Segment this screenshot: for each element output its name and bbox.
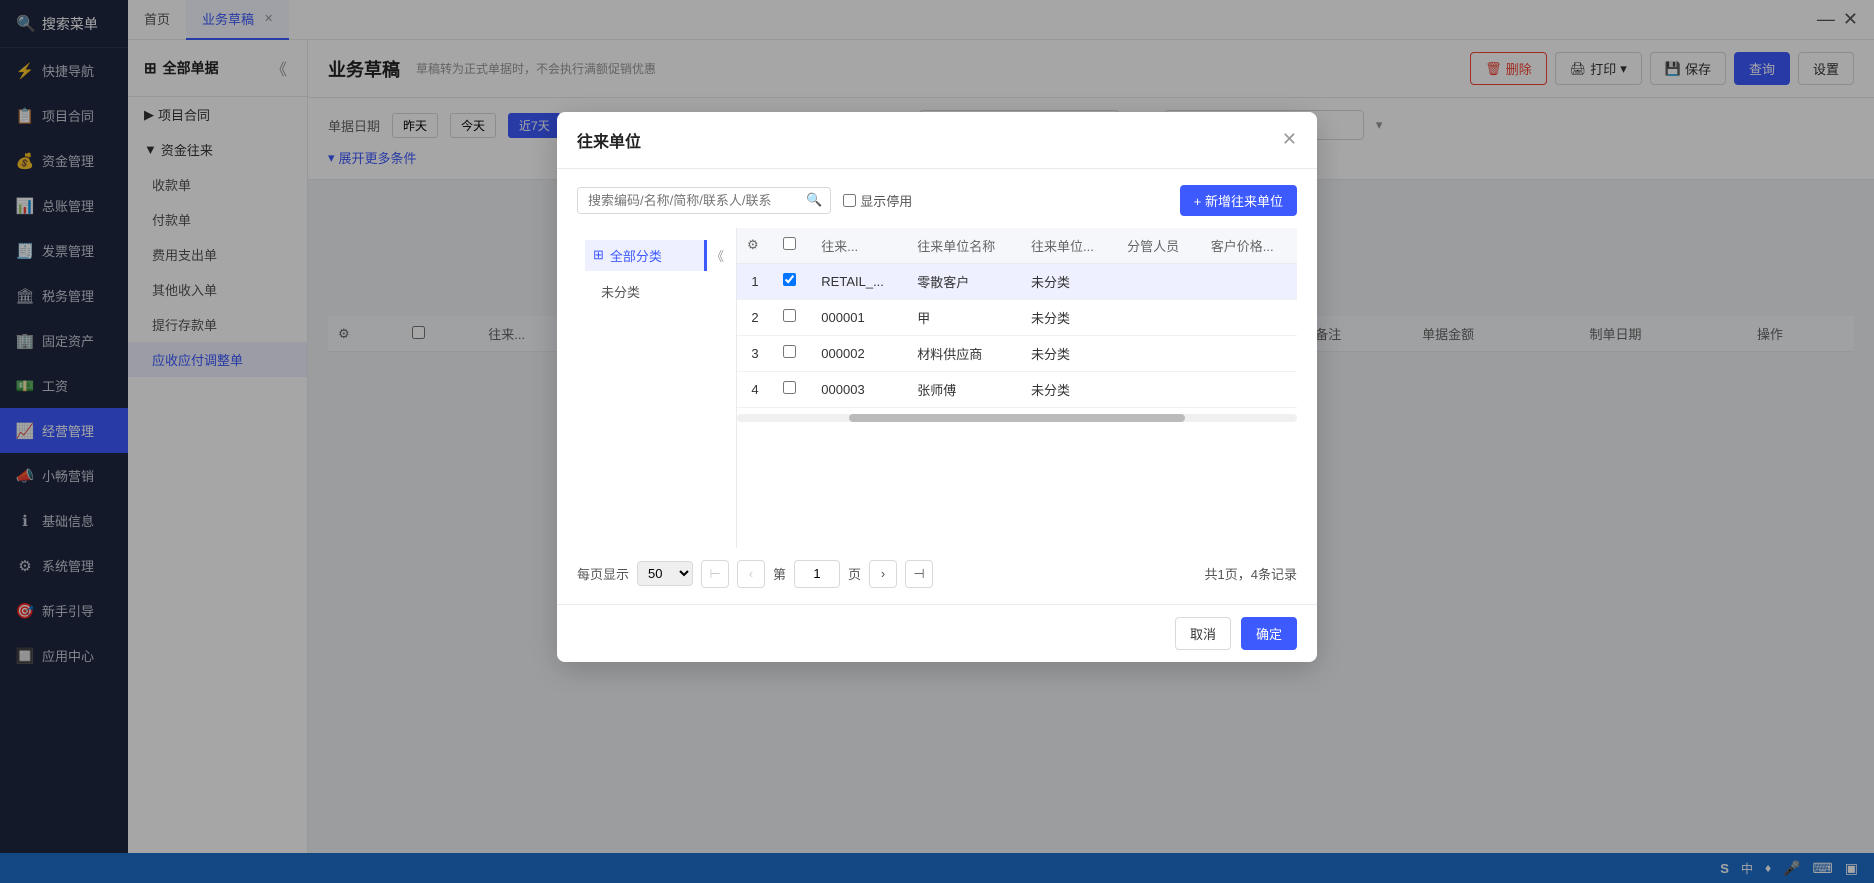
next-page-button[interactable]: › — [869, 560, 897, 588]
dialog-sidebar-all[interactable]: ⊞ 全部分类 — [585, 240, 707, 271]
row-category: 未分类 — [1021, 263, 1117, 299]
dialog-select-all[interactable] — [783, 237, 796, 250]
sidebar-all-label: 全部分类 — [610, 246, 662, 265]
scrollbar-thumb — [849, 414, 1185, 422]
partner-dialog: 往来单位 ✕ 🔍 显示停用 + 新增往来单位 ⊞ 全部分类 — [557, 112, 1317, 662]
dialog-footer: 取消 确定 — [557, 604, 1317, 662]
row-code: 000001 — [811, 299, 907, 335]
total-info: 共1页，4条记录 — [1205, 564, 1297, 583]
dialog-title: 往来单位 — [577, 128, 641, 152]
row-name: 甲 — [907, 299, 1021, 335]
th-name: 往来单位名称 — [907, 228, 1021, 264]
dialog-table-wrap: ⚙ 往来... 往来单位名称 往来单位... 分管人员 客户价格... 1 RE… — [737, 228, 1297, 548]
dialog-table-row[interactable]: 1 RETAIL_... 零散客户 未分类 — [737, 263, 1297, 299]
grid-icon: ⊞ — [593, 247, 604, 263]
dialog-table-row[interactable]: 4 000003 张师傅 未分类 — [737, 371, 1297, 407]
page-number-input[interactable] — [794, 560, 840, 588]
th-setting[interactable]: ⚙ — [737, 228, 773, 264]
row-name: 材料供应商 — [907, 335, 1021, 371]
dialog-split: ⊞ 全部分类 《 未分类 ⚙ 往来... 往来单位名称 — [577, 228, 1297, 548]
confirm-button[interactable]: 确定 — [1241, 617, 1297, 650]
dialog-table: ⚙ 往来... 往来单位名称 往来单位... 分管人员 客户价格... 1 RE… — [737, 228, 1297, 408]
horizontal-scrollbar[interactable] — [737, 414, 1297, 422]
show-disabled-checkbox[interactable] — [843, 194, 856, 207]
row-code: RETAIL_... — [811, 263, 907, 299]
th-manager: 分管人员 — [1117, 228, 1201, 264]
last-page-button[interactable]: ⊣ — [905, 560, 933, 588]
dialog-sidebar-uncat[interactable]: 未分类 — [577, 275, 736, 308]
row-price — [1201, 371, 1297, 407]
prev-page-button[interactable]: ‹ — [737, 560, 765, 588]
row-checkbox[interactable] — [773, 371, 811, 407]
row-checkbox[interactable] — [773, 335, 811, 371]
th-checkbox[interactable] — [773, 228, 811, 264]
row-name: 张师傅 — [907, 371, 1021, 407]
row-num: 2 — [737, 299, 773, 335]
row-manager — [1117, 263, 1201, 299]
dialog-collapse-button[interactable]: 《 — [707, 242, 728, 269]
row-code: 000002 — [811, 335, 907, 371]
row-manager — [1117, 299, 1201, 335]
page-label: 第 — [773, 564, 786, 583]
cancel-button[interactable]: 取消 — [1175, 617, 1231, 650]
row-checkbox[interactable] — [773, 299, 811, 335]
row-num: 3 — [737, 335, 773, 371]
per-page-label: 每页显示 — [577, 564, 629, 583]
row-num: 1 — [737, 263, 773, 299]
row-select-checkbox[interactable] — [783, 273, 796, 286]
row-category: 未分类 — [1021, 335, 1117, 371]
row-category: 未分类 — [1021, 371, 1117, 407]
row-price — [1201, 263, 1297, 299]
dialog-header: 往来单位 ✕ — [557, 112, 1317, 169]
show-disabled-text: 显示停用 — [860, 191, 912, 210]
row-manager — [1117, 371, 1201, 407]
row-num: 4 — [737, 371, 773, 407]
per-page-select[interactable]: 50 20 100 — [637, 561, 693, 586]
show-disabled-label[interactable]: 显示停用 — [843, 191, 912, 210]
page-unit-label: 页 — [848, 564, 861, 583]
search-icon: 🔍 — [798, 192, 830, 208]
row-manager — [1117, 335, 1201, 371]
dialog-table-row[interactable]: 3 000002 材料供应商 未分类 — [737, 335, 1297, 371]
dialog-table-row[interactable]: 2 000001 甲 未分类 — [737, 299, 1297, 335]
row-name: 零散客户 — [907, 263, 1021, 299]
row-select-checkbox[interactable] — [783, 309, 796, 322]
dialog-pagination: 每页显示 50 20 100 ⊢ ‹ 第 页 › ⊣ 共1页，4条记录 — [577, 560, 1297, 588]
dialog-toolbar: 🔍 显示停用 + 新增往来单位 — [577, 185, 1297, 216]
first-page-button[interactable]: ⊢ — [701, 560, 729, 588]
add-partner-button[interactable]: + 新增往来单位 — [1180, 185, 1297, 216]
dialog-body: 🔍 显示停用 + 新增往来单位 ⊞ 全部分类 《 未分类 — [557, 169, 1317, 604]
row-code: 000003 — [811, 371, 907, 407]
row-category: 未分类 — [1021, 299, 1117, 335]
row-select-checkbox[interactable] — [783, 381, 796, 394]
th-category: 往来单位... — [1021, 228, 1117, 264]
dialog-close-button[interactable]: ✕ — [1282, 129, 1297, 150]
dialog-search-input[interactable] — [578, 188, 798, 213]
row-select-checkbox[interactable] — [783, 345, 796, 358]
dialog-sidebar: ⊞ 全部分类 《 未分类 — [577, 228, 737, 548]
row-price — [1201, 335, 1297, 371]
row-checkbox[interactable] — [773, 263, 811, 299]
th-price: 客户价格... — [1201, 228, 1297, 264]
th-code: 往来... — [811, 228, 907, 264]
row-price — [1201, 299, 1297, 335]
dialog-search-box: 🔍 — [577, 187, 831, 214]
